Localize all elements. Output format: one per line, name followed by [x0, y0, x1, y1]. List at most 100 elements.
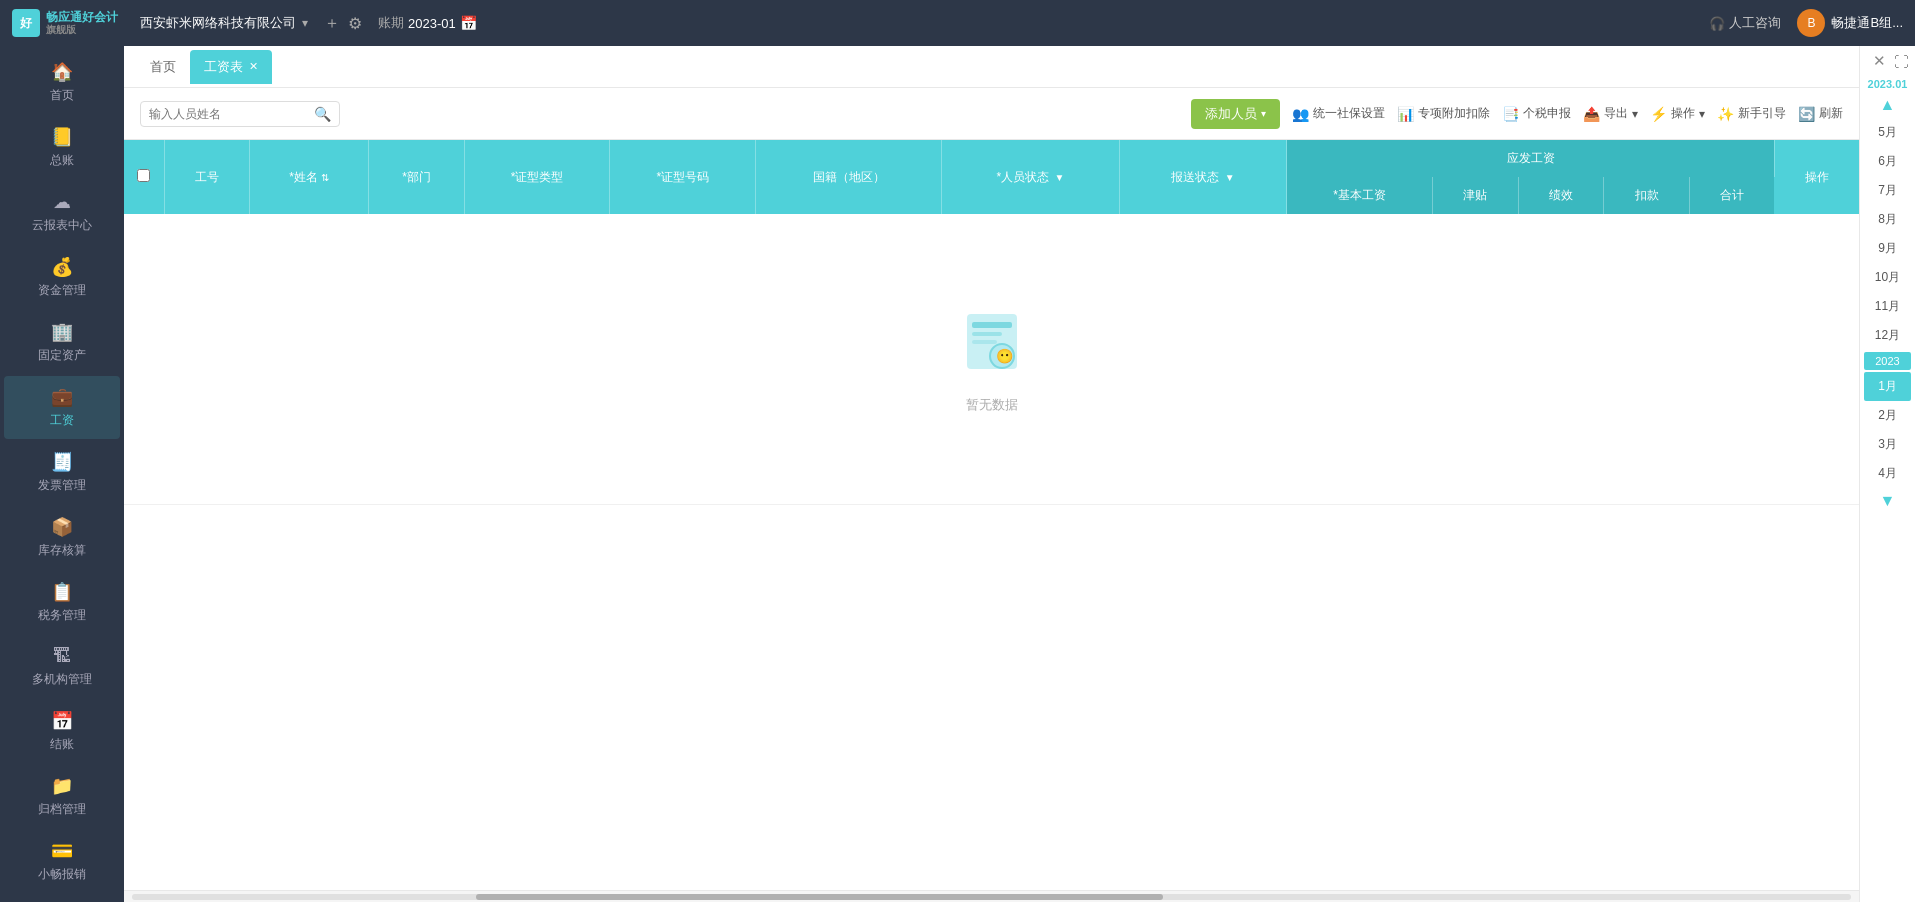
th-salary-group: 应发工资 — [1287, 140, 1774, 177]
content-area: 首页 工资表 ✕ 🔍 添加人员 ▾ 👥 统一社保设置 — [124, 46, 1859, 902]
tax-report-button[interactable]: 📑 个税申报 — [1502, 105, 1571, 122]
tab-salary[interactable]: 工资表 ✕ — [190, 50, 272, 84]
month-item-9[interactable]: 9月 — [1860, 234, 1915, 263]
month-item-6[interactable]: 6月 — [1860, 147, 1915, 176]
special-deduct-button[interactable]: 📊 专项附加扣除 — [1397, 105, 1490, 122]
sidebar-label-archive: 归档管理 — [38, 801, 86, 818]
th-country: 国籍（地区） — [756, 140, 942, 214]
sidebar-item-finance[interactable]: 💰 资金管理 — [4, 246, 120, 309]
sidebar-item-home[interactable]: 🏠 首页 — [4, 51, 120, 114]
month-item-2[interactable]: 2月 — [1860, 401, 1915, 430]
sidebar-item-expense[interactable]: 💳 小畅报销 — [4, 830, 120, 893]
svg-rect-1 — [972, 322, 1012, 328]
export-icon: 📤 — [1583, 106, 1600, 122]
toolbar-right: 添加人员 ▾ 👥 统一社保设置 📊 专项附加扣除 📑 个税申报 📤 — [1191, 99, 1843, 129]
sidebar-item-assets[interactable]: 🏢 固定资产 — [4, 311, 120, 374]
month-item-11[interactable]: 11月 — [1860, 292, 1915, 321]
sidebar-item-report[interactable]: ☁ 云报表中心 — [4, 181, 120, 244]
sidebar-label-finance: 资金管理 — [38, 282, 86, 299]
operate-icon: ⚡ — [1650, 106, 1667, 122]
status-filter-icon[interactable]: ▼ — [1054, 172, 1064, 183]
month-item-5[interactable]: 5月 — [1860, 118, 1915, 147]
add-company-button[interactable]: ＋ — [324, 13, 340, 34]
export-button[interactable]: 📤 导出 ▾ — [1583, 105, 1638, 122]
month-scroll: ▲ 5月 6月 7月 8月 9月 10月 11月 12月 2023 1月 2月 … — [1860, 92, 1915, 902]
sidebar-item-inventory[interactable]: 📦 库存核算 — [4, 506, 120, 569]
expense-icon: 💳 — [51, 840, 73, 862]
ledger-icon: 📒 — [51, 126, 73, 148]
tab-home[interactable]: 首页 — [136, 50, 190, 84]
month-item-7[interactable]: 7月 — [1860, 176, 1915, 205]
chevron-down-icon[interactable]: ▾ — [302, 16, 308, 30]
month-item-10[interactable]: 10月 — [1860, 263, 1915, 292]
search-wrap[interactable]: 🔍 — [140, 101, 340, 127]
month-item-4[interactable]: 4月 — [1860, 459, 1915, 488]
sort-icon[interactable]: ⇅ — [321, 172, 329, 183]
operate-arrow: ▾ — [1699, 107, 1705, 121]
headset-icon: 🎧 — [1709, 16, 1725, 31]
month-item-12[interactable]: 12月 — [1860, 321, 1915, 350]
add-person-label: 添加人员 — [1205, 105, 1257, 123]
th-submit-status[interactable]: 报送状态 ▼ — [1119, 140, 1287, 214]
sidebar-label-report: 云报表中心 — [32, 217, 92, 234]
company-name: 西安虾米网络科技有限公司 — [140, 14, 296, 32]
close-panel-button[interactable]: ✕ — [1873, 52, 1886, 70]
operate-button[interactable]: ⚡ 操作 ▾ — [1650, 105, 1705, 122]
th-status[interactable]: *人员状态 ▼ — [942, 140, 1120, 214]
expand-panel-button[interactable]: ⛶ — [1894, 52, 1909, 70]
th-id-type: *证型类型 — [464, 140, 610, 214]
sidebar-label-expense: 小畅报销 — [38, 866, 86, 883]
scroll-down-icon[interactable]: ▼ — [1860, 488, 1915, 514]
social-icon: 👥 — [1292, 106, 1309, 122]
th-checkbox[interactable] — [124, 140, 164, 214]
inventory-icon: 📦 — [51, 516, 73, 538]
period-value: 2023-01 — [408, 16, 456, 31]
social-insurance-button[interactable]: 👥 统一社保设置 — [1292, 105, 1385, 122]
report-icon: ☁ — [53, 191, 71, 213]
finance-icon: 💰 — [51, 256, 73, 278]
right-panel: ✕ ⛶ 2023.01 ▲ 5月 6月 7月 8月 9月 10月 11月 12月… — [1859, 46, 1915, 902]
select-all-checkbox[interactable] — [137, 169, 150, 182]
month-item-3[interactable]: 3月 — [1860, 430, 1915, 459]
sidebar-item-ledger[interactable]: 📒 总账 — [4, 116, 120, 179]
user-info: B 畅捷通B组... — [1797, 9, 1903, 37]
month-item-8[interactable]: 8月 — [1860, 205, 1915, 234]
table-body: 😶 暂无数据 — [124, 214, 1859, 505]
sidebar-item-invoice[interactable]: 🧾 发票管理 — [4, 441, 120, 504]
add-person-button[interactable]: 添加人员 ▾ — [1191, 99, 1280, 129]
social-label: 统一社保设置 — [1313, 105, 1385, 122]
sidebar-item-salary[interactable]: 💼 工资 — [4, 376, 120, 439]
tab-close-button[interactable]: ✕ — [249, 60, 258, 73]
empty-icon: 😶 — [952, 304, 1032, 384]
scroll-track[interactable] — [132, 894, 1851, 900]
company-selector[interactable]: 西安虾米网络科技有限公司 ▾ — [140, 14, 308, 32]
invoice-icon: 🧾 — [51, 451, 73, 473]
submit-filter-icon[interactable]: ▼ — [1225, 172, 1235, 183]
guide-button[interactable]: ✨ 新手引导 — [1717, 105, 1786, 122]
calendar-icon[interactable]: 📅 — [460, 15, 477, 31]
top-header: 好 畅应通好会计 旗舰版 西安虾米网络科技有限公司 ▾ ＋ ⚙ 账期 2023-… — [0, 0, 1915, 46]
svg-rect-2 — [972, 332, 1002, 336]
guide-label: 新手引导 — [1738, 105, 1786, 122]
th-id-no: *证型号码 — [610, 140, 756, 214]
settings-icon[interactable]: ⚙ — [348, 14, 362, 33]
sidebar-label-salary: 工资 — [50, 412, 74, 429]
sidebar-item-multi[interactable]: 🏗 多机构管理 — [4, 636, 120, 698]
sidebar-item-tax[interactable]: 📋 税务管理 — [4, 571, 120, 634]
refresh-button[interactable]: 🔄 刷新 — [1798, 105, 1843, 122]
table-container: 工号 *姓名 ⇅ *部门 *证型类型 *证型号码 国籍（地区） *人员状态 ▼ — [124, 140, 1859, 890]
search-input[interactable] — [149, 107, 308, 121]
month-item-1-active[interactable]: 1月 — [1864, 372, 1911, 401]
sidebar-item-settings[interactable]: ⚙ 基础设置 — [4, 895, 120, 902]
scroll-up-icon[interactable]: ▲ — [1860, 92, 1915, 118]
empty-cell: 😶 暂无数据 — [124, 214, 1859, 505]
sidebar-item-archive[interactable]: 📁 归档管理 — [4, 765, 120, 828]
service-button[interactable]: 🎧 人工咨询 — [1709, 14, 1781, 32]
sidebar-label-home: 首页 — [50, 87, 74, 104]
sidebar-item-close[interactable]: 📅 结账 — [4, 700, 120, 763]
th-name[interactable]: *姓名 ⇅ — [250, 140, 369, 214]
logo-area: 好 畅应通好会计 旗舰版 — [12, 9, 132, 37]
sidebar-label-multi: 多机构管理 — [32, 671, 92, 688]
export-arrow: ▾ — [1632, 107, 1638, 121]
scroll-thumb[interactable] — [476, 894, 1164, 900]
